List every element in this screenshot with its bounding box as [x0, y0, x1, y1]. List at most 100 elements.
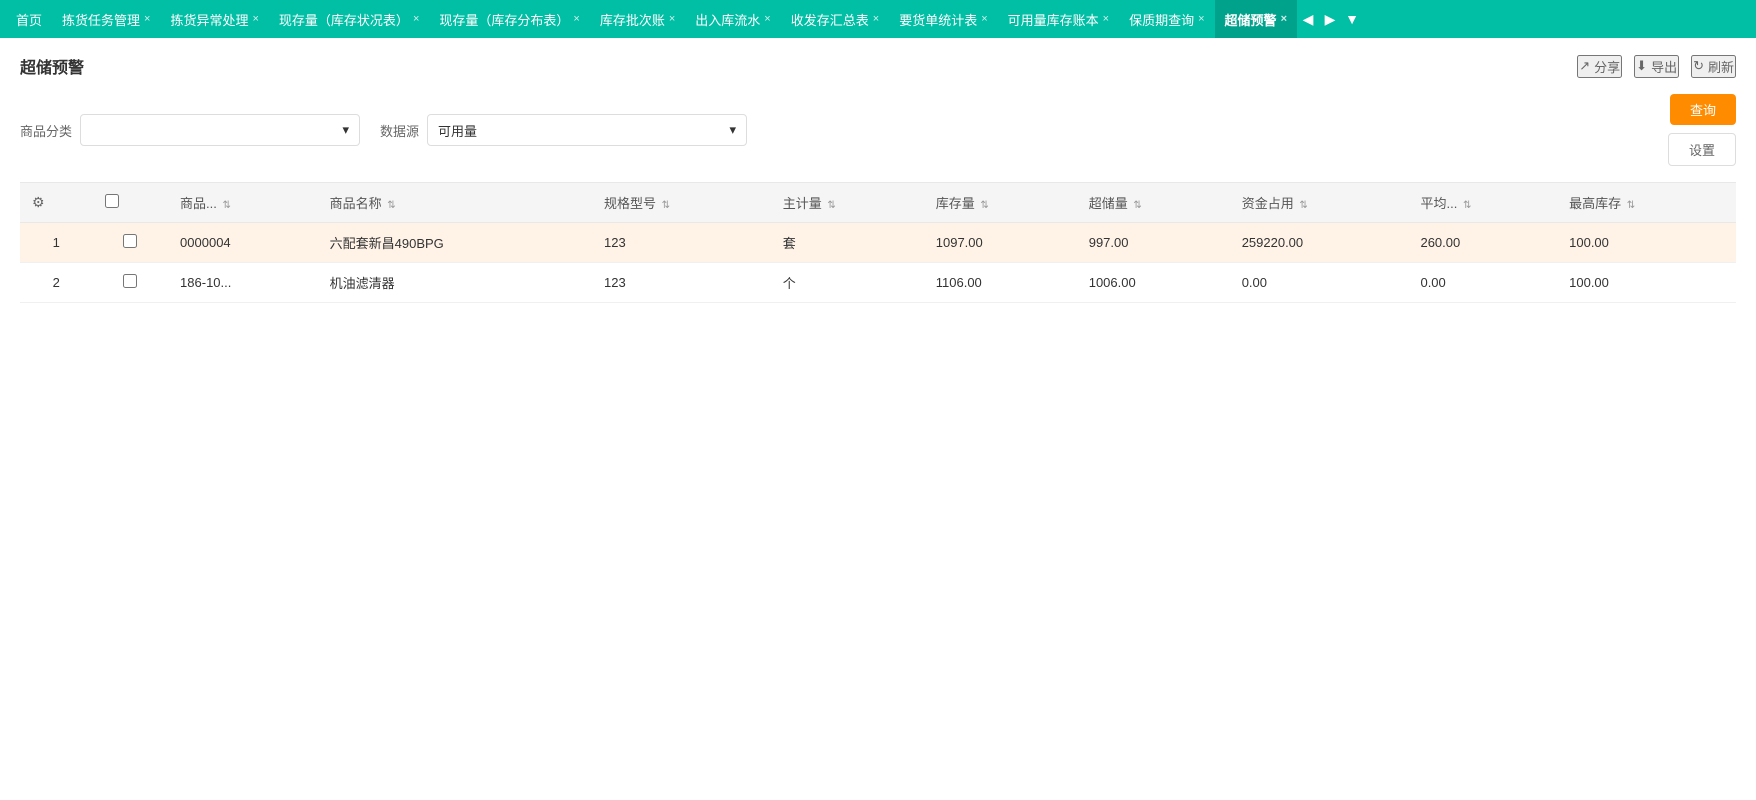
category-select-arrow: ▾	[342, 122, 349, 138]
col-over-stock[interactable]: 超储量 ⇅	[1077, 183, 1230, 223]
row-over-stock: 997.00	[1077, 223, 1230, 263]
datasource-label: 数据源	[380, 121, 419, 140]
row-capital: 0.00	[1230, 263, 1409, 303]
nav-close-task-management[interactable]: ×	[144, 13, 150, 25]
query-button[interactable]: 查询	[1670, 94, 1736, 125]
nav-close-batch-account[interactable]: ×	[669, 13, 675, 25]
data-table: ⚙ 商品... ⇅ 商品名称 ⇅ 规格型号 ⇅ 主计量	[20, 182, 1736, 303]
table-row: 1 0000004 六配套新昌490BPG 123 套 1097.00 997.…	[20, 223, 1736, 263]
col-max-stock[interactable]: 最高库存 ⇅	[1557, 183, 1736, 223]
col-goods-name[interactable]: 商品名称 ⇅	[318, 183, 592, 223]
nav-available-account[interactable]: 可用量库存账本 ×	[998, 0, 1119, 38]
sort-goods-code-icon: ⇅	[223, 200, 231, 211]
row-unit: 套	[771, 223, 924, 263]
datasource-select[interactable]: 可用量 ▾	[427, 114, 747, 146]
col-stock[interactable]: 库存量 ⇅	[924, 183, 1077, 223]
datasource-value: 可用量	[438, 121, 477, 140]
row-seq: 1	[20, 223, 93, 263]
nav-over-stock-warning[interactable]: 超储预警 ×	[1215, 0, 1297, 38]
row-checkbox[interactable]	[123, 274, 137, 288]
share-button[interactable]: ↗ 分享	[1577, 55, 1622, 78]
select-all-checkbox[interactable]	[105, 194, 119, 208]
row-avg: 0.00	[1408, 263, 1557, 303]
row-stock: 1097.00	[924, 223, 1077, 263]
nav-inventory-distribution[interactable]: 现存量（库存分布表） ×	[429, 0, 589, 38]
row-max-stock: 100.00	[1557, 223, 1736, 263]
row-goods-name: 六配套新昌490BPG	[318, 223, 592, 263]
row-checkbox[interactable]	[123, 234, 137, 248]
page-content: 超储预警 ↗ 分享 ⬇ 导出 ↻ 刷新 商品分类 ▾ 数据源	[0, 38, 1756, 800]
nav-batch-account[interactable]: 库存批次账 ×	[590, 0, 685, 38]
nav-collection-summary[interactable]: 收发存汇总表 ×	[781, 0, 889, 38]
nav-close-inventory-status[interactable]: ×	[413, 13, 419, 25]
nav-close-inventory-distribution[interactable]: ×	[573, 13, 579, 25]
settings-gear-icon[interactable]: ⚙	[32, 194, 45, 210]
header-actions: ↗ 分享 ⬇ 导出 ↻ 刷新	[1577, 55, 1736, 78]
datasource-select-arrow: ▾	[730, 122, 737, 138]
nav-shelf-life[interactable]: 保质期查询 ×	[1119, 0, 1214, 38]
nav-close-available-account[interactable]: ×	[1103, 13, 1109, 25]
category-select[interactable]: ▾	[80, 114, 360, 146]
row-seq: 2	[20, 263, 93, 303]
filter-row: 商品分类 ▾ 数据源 可用量 ▾ 查询 设置	[20, 94, 1736, 166]
nav-close-order-stats[interactable]: ×	[981, 13, 987, 25]
nav-order-stats[interactable]: 要货单统计表 ×	[889, 0, 997, 38]
col-avg[interactable]: 平均... ⇅	[1408, 183, 1557, 223]
nav-task-management[interactable]: 拣货任务管理 ×	[52, 0, 160, 38]
table-row: 2 186-10... 机油滤清器 123 个 1106.00 1006.00 …	[20, 263, 1736, 303]
row-goods-code: 0000004	[168, 223, 318, 263]
nav-more-arrow[interactable]: ▼	[1341, 0, 1363, 38]
row-spec: 123	[592, 223, 771, 263]
col-unit[interactable]: 主计量 ⇅	[771, 183, 924, 223]
sort-capital-icon: ⇅	[1299, 200, 1307, 211]
col-settings: ⚙	[20, 183, 93, 223]
filter-action-area: 查询 设置	[1668, 94, 1736, 166]
top-nav: 首页 拣货任务管理 × 拣货异常处理 × 现存量（库存状况表） × 现存量（库存…	[0, 0, 1756, 38]
nav-home[interactable]: 首页	[6, 0, 52, 38]
row-over-stock: 1006.00	[1077, 263, 1230, 303]
sort-unit-icon: ⇅	[827, 200, 835, 211]
nav-inout-flow[interactable]: 出入库流水 ×	[685, 0, 780, 38]
nav-close-abnormal[interactable]: ×	[252, 13, 258, 25]
export-icon: ⬇	[1636, 58, 1647, 74]
refresh-button[interactable]: ↻ 刷新	[1691, 55, 1736, 78]
category-label: 商品分类	[20, 121, 72, 140]
nav-abnormal-processing[interactable]: 拣货异常处理 ×	[160, 0, 268, 38]
nav-close-shelf-life[interactable]: ×	[1198, 13, 1204, 25]
sort-avg-icon: ⇅	[1463, 200, 1471, 211]
sort-stock-icon: ⇅	[980, 200, 988, 211]
sort-over-stock-icon: ⇅	[1133, 200, 1141, 211]
row-spec: 123	[592, 263, 771, 303]
sort-max-stock-icon: ⇅	[1627, 200, 1635, 211]
sort-spec-icon: ⇅	[662, 200, 670, 211]
settings-button[interactable]: 设置	[1668, 133, 1736, 166]
nav-close-over-stock[interactable]: ×	[1281, 13, 1287, 25]
col-checkbox-header	[93, 183, 168, 223]
table-header-row: ⚙ 商品... ⇅ 商品名称 ⇅ 规格型号 ⇅ 主计量	[20, 183, 1736, 223]
row-stock: 1106.00	[924, 263, 1077, 303]
row-capital: 259220.00	[1230, 223, 1409, 263]
nav-prev-arrow[interactable]: ◀	[1297, 0, 1319, 38]
refresh-icon: ↻	[1693, 58, 1704, 74]
page-title: 超储预警	[20, 54, 84, 78]
page-header: 超储预警 ↗ 分享 ⬇ 导出 ↻ 刷新	[20, 54, 1736, 78]
row-avg: 260.00	[1408, 223, 1557, 263]
row-checkbox-cell	[93, 223, 168, 263]
export-button[interactable]: ⬇ 导出	[1634, 55, 1679, 78]
datasource-filter: 数据源 可用量 ▾	[380, 114, 747, 146]
col-capital[interactable]: 资金占用 ⇅	[1230, 183, 1409, 223]
share-icon: ↗	[1579, 58, 1590, 74]
nav-close-collection-summary[interactable]: ×	[873, 13, 879, 25]
row-goods-code: 186-10...	[168, 263, 318, 303]
nav-close-inout-flow[interactable]: ×	[764, 13, 770, 25]
row-goods-name: 机油滤清器	[318, 263, 592, 303]
category-filter: 商品分类 ▾	[20, 114, 360, 146]
row-checkbox-cell	[93, 263, 168, 303]
row-unit: 个	[771, 263, 924, 303]
col-spec[interactable]: 规格型号 ⇅	[592, 183, 771, 223]
col-goods-code[interactable]: 商品... ⇅	[168, 183, 318, 223]
sort-goods-name-icon: ⇅	[387, 200, 395, 211]
row-max-stock: 100.00	[1557, 263, 1736, 303]
nav-next-arrow[interactable]: ▶	[1319, 0, 1341, 38]
nav-inventory-status[interactable]: 现存量（库存状况表） ×	[269, 0, 429, 38]
